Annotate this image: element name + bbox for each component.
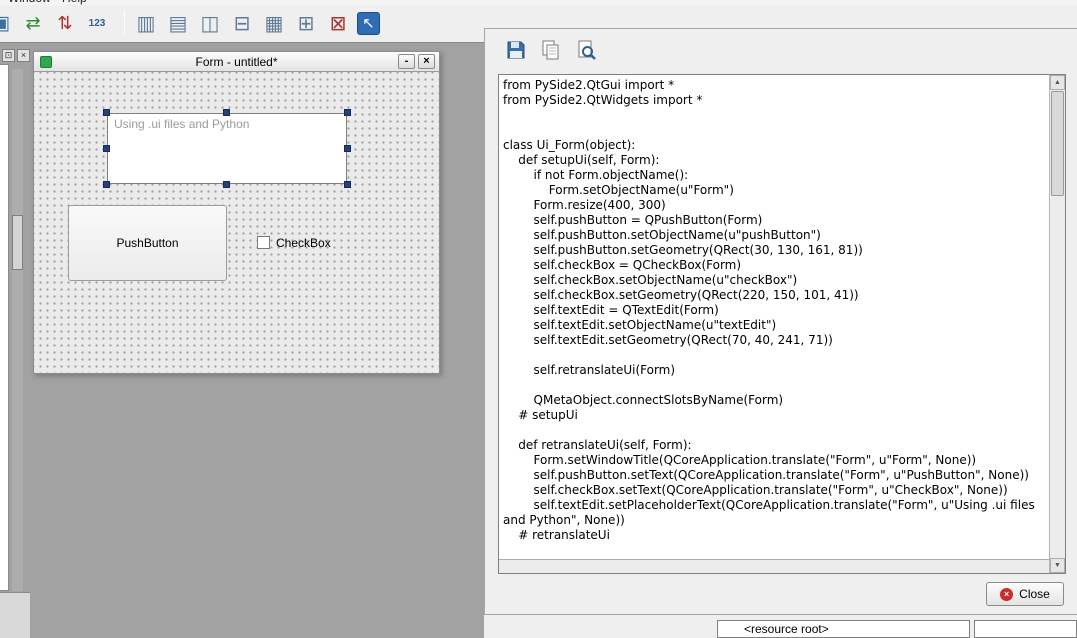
save-icon[interactable]	[503, 37, 529, 63]
layout-form-icon[interactable]: ⊞	[293, 10, 319, 36]
widget-box-scrollbar[interactable]	[12, 69, 23, 591]
form-window-title: Form - untitled*	[34, 55, 439, 69]
checkbox-widget[interactable]: CheckBox	[257, 236, 331, 249]
edit-signals-slots-icon[interactable]: ⇄	[20, 10, 46, 36]
break-layout-icon[interactable]: ⊠	[325, 10, 351, 36]
dock-float-icon[interactable]: ⊡	[2, 49, 15, 62]
checkbox-box-icon[interactable]	[257, 236, 270, 249]
menu-window[interactable]: Window	[8, 0, 51, 5]
vertical-scrollbar[interactable]: ▲ ▼	[1049, 75, 1065, 573]
selection-handle[interactable]	[344, 145, 351, 152]
close-x-icon: ×	[1000, 588, 1013, 601]
edit-widgets-icon[interactable]: ▣	[0, 10, 14, 36]
selection-handle[interactable]	[103, 181, 110, 188]
toolbar-separator	[124, 11, 125, 35]
close-button-label: Close	[1019, 587, 1050, 601]
dock-close-icon[interactable]: ×	[17, 49, 30, 62]
selection-handle[interactable]	[223, 109, 230, 116]
selection-handle[interactable]	[103, 109, 110, 116]
dock-titlebar-buttons: ⊡ ×	[2, 49, 30, 62]
layout-vertical-splitter-icon[interactable]: ⊟	[229, 10, 255, 36]
widget-box-dock-fragment	[0, 64, 9, 591]
mode-and-layout-toolbar: ▣ ⇄ ⇅ 123 ▥ ▤ ◫ ⊟ ▦ ⊞ ⊠ ↖	[0, 7, 386, 39]
layout-grid-icon[interactable]: ▦	[261, 10, 287, 36]
scrollbar-thumb[interactable]	[12, 215, 23, 270]
minimize-button[interactable]: -	[398, 54, 415, 69]
edit-buddies-icon[interactable]: ⇅	[52, 10, 78, 36]
adjust-size-icon[interactable]: ↖	[357, 12, 380, 35]
qt-designer-window: Window Help ▣ ⇄ ⇅ 123 ▥ ▤ ◫ ⊟ ▦ ⊞ ⊠ ↖ ⊡ …	[0, 0, 1077, 638]
textedit-widget[interactable]: Using .ui files and Python	[107, 113, 347, 184]
selection-handle[interactable]	[344, 109, 351, 116]
selection-handle[interactable]	[223, 181, 230, 188]
code-view[interactable]: from PySide2.QtGui import * from PySide2…	[498, 74, 1066, 574]
resource-browser-fragment-2	[974, 620, 1077, 638]
resource-root-item[interactable]: <resource root>	[744, 622, 829, 636]
scroll-down-icon[interactable]: ▼	[1050, 558, 1065, 573]
form-window-controls: - ×	[398, 54, 435, 69]
layout-horizontal-icon[interactable]: ▥	[133, 10, 159, 36]
save-icon-svg	[505, 39, 527, 61]
view-code-dialog: from PySide2.QtGui import * from PySide2…	[484, 28, 1077, 615]
menubar: Window Help	[0, 0, 1077, 5]
dock-corner-fragment	[0, 592, 30, 638]
designer-form-window: Form - untitled* - × Using .ui files and…	[33, 51, 440, 374]
selection-handle[interactable]	[103, 145, 110, 152]
checkbox-label: CheckBox	[276, 236, 331, 250]
horizontal-scrollbar[interactable]	[499, 559, 1049, 573]
close-window-button[interactable]: ×	[418, 54, 435, 69]
layout-horizontal-splitter-icon[interactable]: ◫	[197, 10, 223, 36]
textedit-selection-frame: Using .ui files and Python	[107, 113, 347, 184]
code-dialog-toolbar	[503, 37, 599, 63]
scroll-up-icon[interactable]: ▲	[1050, 75, 1065, 90]
close-button[interactable]: × Close	[986, 582, 1064, 606]
copy-icon[interactable]	[538, 37, 564, 63]
mdi-workspace: ⊡ × Form - untitled* - × Using .ui files…	[0, 42, 484, 638]
selection-handle[interactable]	[344, 181, 351, 188]
menu-help[interactable]: Help	[62, 0, 87, 5]
resource-browser-fragment: <resource root>	[717, 620, 970, 638]
find-icon[interactable]	[573, 37, 599, 63]
copy-icon-svg	[540, 39, 562, 61]
form-window-titlebar[interactable]: Form - untitled* - ×	[34, 52, 439, 72]
generated-code-text[interactable]: from PySide2.QtGui import * from PySide2…	[499, 75, 1049, 559]
pushbutton-widget[interactable]: PushButton	[68, 205, 227, 281]
find-icon-svg	[575, 39, 597, 61]
scrollbar-thumb[interactable]	[1051, 91, 1064, 196]
edit-tab-order-icon[interactable]: 123	[84, 10, 110, 36]
layout-vertical-icon[interactable]: ▤	[165, 10, 191, 36]
